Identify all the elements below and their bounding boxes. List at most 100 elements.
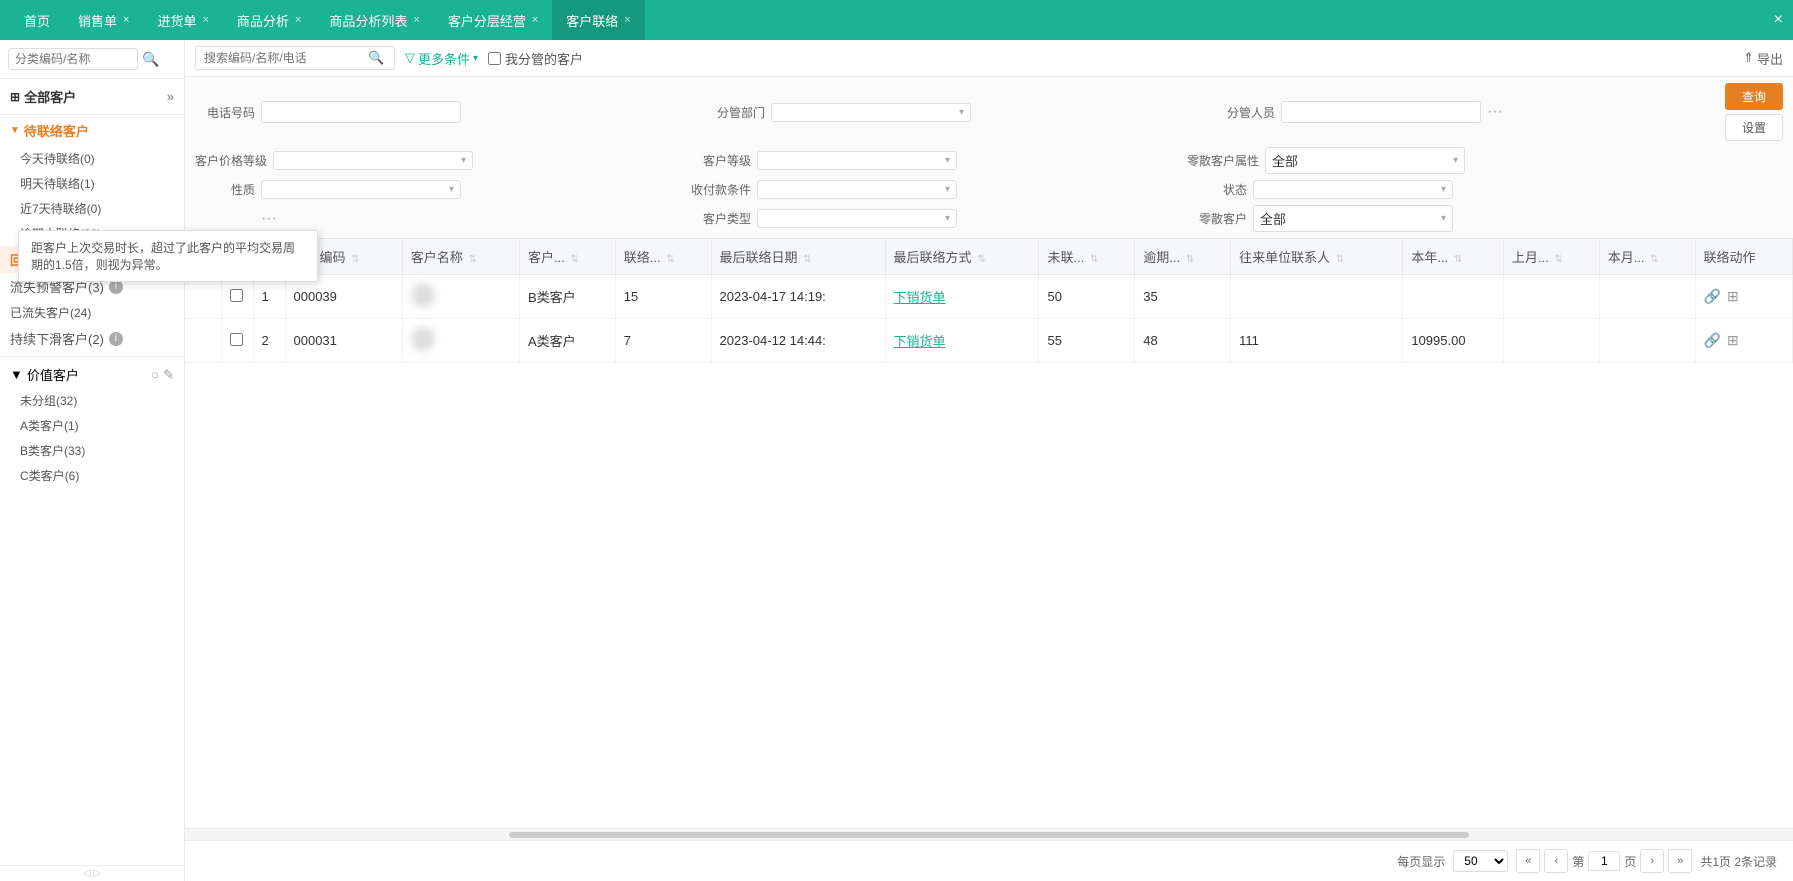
contact-action-col-header: 联络动作 — [1695, 239, 1793, 275]
value-group-circle-icon[interactable]: ○ — [151, 367, 159, 383]
row1-contact-method-link[interactable]: 下销货单 — [894, 290, 946, 305]
contact-col-header[interactable]: 联络... ⇅ — [615, 239, 711, 275]
row2-cust-level: A类客户 — [519, 319, 615, 363]
phone-input[interactable] — [261, 101, 461, 123]
customer-table-area: ⚙ # 客户编码 ⇅ 客户名称 ⇅ — [185, 239, 1793, 828]
close-product-analysis-list-icon[interactable]: × — [413, 14, 419, 26]
row2-link-icon[interactable]: 🔗 — [1704, 332, 1721, 349]
nav-product-analysis[interactable]: 商品分析 × — [223, 0, 315, 40]
close-purchase-icon[interactable]: × — [202, 14, 208, 26]
per-page-select[interactable]: 50 100 200 — [1453, 850, 1508, 872]
sidebar-item-class-a[interactable]: A类客户(1) — [0, 413, 184, 438]
value-group-title[interactable]: ▼ 价值客户 — [10, 365, 79, 384]
sidebar-item-lost-customers[interactable]: 已流失客户(24) — [0, 300, 184, 325]
value-expand-icon: ▼ — [10, 367, 23, 382]
my-customer-check[interactable] — [488, 52, 501, 65]
settings-button[interactable]: 设置 — [1725, 114, 1783, 141]
nav-customer-contact[interactable]: 客户联络 × — [552, 0, 644, 40]
cust-name-col-header[interactable]: 客户名称 ⇅ — [402, 239, 519, 275]
price-level-select[interactable]: ▾ — [273, 151, 473, 170]
sidebar-item-unclassified[interactable]: 未分组(32) — [0, 388, 184, 413]
dept-select[interactable]: ▾ — [771, 103, 971, 122]
page-label: 第 — [1572, 853, 1584, 870]
search-icon[interactable]: 🔍 — [368, 50, 384, 66]
sidebar-resize-handle[interactable]: ◁ ▷ — [0, 865, 184, 881]
table-row: 1 000039 B类客户 15 2023-04-17 14:19: 下销货单 … — [185, 275, 1793, 319]
retail-attr-select[interactable]: 全部 ▾ — [1265, 147, 1465, 174]
close-customer-contact-icon[interactable]: × — [624, 14, 630, 26]
close-customer-segment-icon[interactable]: × — [532, 14, 538, 26]
row2-check[interactable] — [230, 333, 243, 346]
row1-unit-contact — [1231, 275, 1403, 319]
row1-check[interactable] — [230, 289, 243, 302]
retail-cust-label: 零散客户 — [1187, 210, 1247, 227]
cust-type-select[interactable]: ▾ — [757, 209, 957, 228]
nav-customer-segment[interactable]: 客户分层经营 × — [434, 0, 552, 40]
next-page-button[interactable]: › — [1640, 849, 1664, 873]
pending-contact-group[interactable]: ▼ 待联络客户 — [0, 115, 184, 146]
filter-row-1: 电话号码 分管部门 ▾ 分管人员 ··· 查询 设置 — [195, 83, 1783, 141]
close-all-tabs-button[interactable]: × — [1774, 11, 1783, 29]
row2-checkbox[interactable] — [221, 319, 253, 363]
query-button[interactable]: 查询 — [1725, 83, 1783, 110]
row1-action-icons: 🔗 ⊞ — [1704, 288, 1785, 305]
unpaid-col-header[interactable]: 未联... ⇅ — [1039, 239, 1135, 275]
last-month-col-header[interactable]: 上月... ⇅ — [1503, 239, 1599, 275]
row1-last-contact-method[interactable]: 下销货单 — [885, 275, 1039, 319]
row1-unpaid: 50 — [1039, 275, 1135, 319]
prev-page-button[interactable]: ‹ — [1544, 849, 1568, 873]
nav-product-analysis-list[interactable]: 商品分析列表 × — [315, 0, 433, 40]
nav-home[interactable]: 首页 — [10, 0, 64, 40]
payment-select[interactable]: ▾ — [757, 180, 957, 199]
search-input[interactable] — [204, 51, 364, 65]
sidebar-collapse-icon[interactable]: » — [167, 89, 174, 104]
horizontal-scrollbar[interactable] — [185, 828, 1793, 840]
sidebar: 🔍 ⊞ 全部客户 » ▼ 待联络客户 今天待联络(0) 明天待联络(1) 近7天… — [0, 40, 185, 881]
dept-label: 分管部门 — [705, 104, 765, 121]
nav-sales[interactable]: 销售单 × — [64, 0, 143, 40]
unit-contact-col-header[interactable]: 往来单位联系人 ⇅ — [1231, 239, 1403, 275]
filter-more-dots[interactable]: ··· — [261, 210, 277, 228]
gender-select[interactable]: ▾ — [261, 180, 461, 199]
retail-cust-select[interactable]: 全部 ▾ — [1253, 205, 1453, 232]
row2-last-contact-method[interactable]: 下销货单 — [885, 319, 1039, 363]
manager-dots[interactable]: ··· — [1487, 103, 1503, 121]
cust-level-col-header[interactable]: 客户... ⇅ — [519, 239, 615, 275]
status-label: 状态 — [1187, 181, 1247, 198]
sidebar-item-tomorrow[interactable]: 明天待联络(1) — [0, 171, 184, 196]
overdue-col-header[interactable]: 逾期... ⇅ — [1135, 239, 1231, 275]
row2-unit-contact: 111 — [1231, 319, 1403, 363]
close-product-analysis-icon[interactable]: × — [295, 14, 301, 26]
this-month-col-header[interactable]: 本月... ⇅ — [1599, 239, 1695, 275]
sidebar-item-declining[interactable]: 持续下滑客户(2) i — [0, 325, 184, 352]
sidebar-item-class-c[interactable]: C类客户(6) — [0, 463, 184, 488]
sidebar-divider — [0, 356, 184, 357]
row2-grid-icon[interactable]: ⊞ — [1727, 332, 1739, 349]
row1-grid-icon[interactable]: ⊞ — [1727, 288, 1739, 305]
last-page-button[interactable]: » — [1668, 849, 1692, 873]
current-page-input[interactable] — [1588, 851, 1620, 871]
last-contact-method-col-header[interactable]: 最后联络方式 ⇅ — [885, 239, 1039, 275]
row2-contact-method-link[interactable]: 下销货单 — [894, 334, 946, 349]
close-sales-icon[interactable]: × — [123, 14, 129, 26]
nav-purchase[interactable]: 进货单 × — [143, 0, 222, 40]
value-group-edit-icon[interactable]: ✎ — [163, 367, 174, 383]
payment-label: 收付款条件 — [691, 181, 751, 198]
declining-info-icon[interactable]: i — [109, 332, 123, 346]
this-year-col-header[interactable]: 本年... ⇅ — [1403, 239, 1504, 275]
sidebar-search-input[interactable] — [8, 48, 138, 70]
row1-link-icon[interactable]: 🔗 — [1704, 288, 1721, 305]
sidebar-search-icon[interactable]: 🔍 — [142, 51, 159, 68]
last-contact-date-col-header[interactable]: 最后联络日期 ⇅ — [711, 239, 885, 275]
sidebar-item-class-b[interactable]: B类客户(33) — [0, 438, 184, 463]
sidebar-item-7days[interactable]: 近7天待联络(0) — [0, 196, 184, 221]
manager-input[interactable] — [1281, 101, 1481, 123]
export-button[interactable]: ⇑ 导出 — [1743, 49, 1783, 68]
sidebar-item-today[interactable]: 今天待联络(0) — [0, 146, 184, 171]
first-page-button[interactable]: « — [1516, 849, 1540, 873]
row2-avatar — [411, 327, 435, 351]
level-select[interactable]: ▾ — [757, 151, 957, 170]
status-select[interactable]: ▾ — [1253, 180, 1453, 199]
more-filter-button[interactable]: ▽ 更多条件 ▾ — [405, 49, 478, 68]
my-customer-checkbox[interactable]: 我分管的客户 — [488, 49, 583, 68]
